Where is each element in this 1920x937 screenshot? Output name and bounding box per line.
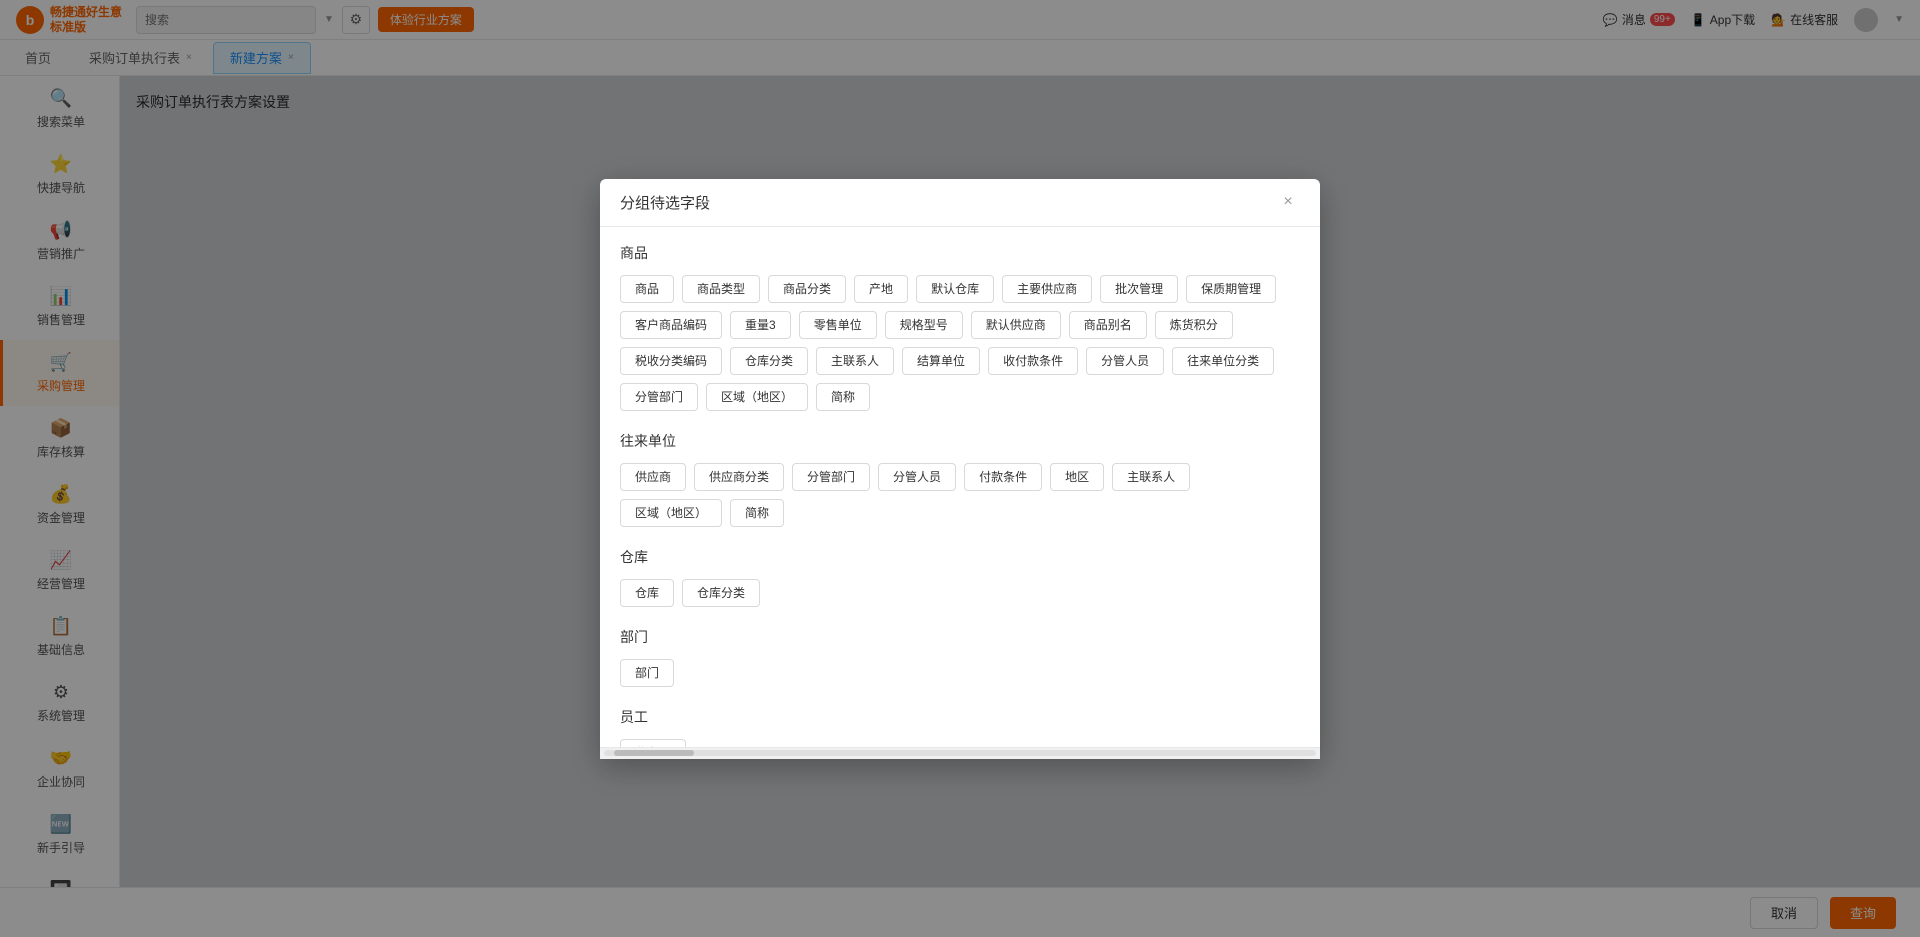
tag-product-0[interactable]: 商品 [620, 275, 674, 303]
tag-product-13[interactable]: 商品别名 [1069, 311, 1147, 339]
tag-product-20[interactable]: 分管人员 [1086, 347, 1164, 375]
tag-product-22[interactable]: 分管部门 [620, 383, 698, 411]
section-warehouse-tags: 仓库 仓库分类 [620, 579, 1300, 607]
section-product: 商品 商品 商品类型 商品分类 产地 默认仓库 主要供应商 批次管理 保质期管理… [620, 243, 1300, 411]
tag-product-12[interactable]: 默认供应商 [971, 311, 1061, 339]
hscroll-thumb [614, 750, 694, 756]
tag-wh-0[interactable]: 仓库 [620, 579, 674, 607]
tag-product-1[interactable]: 商品类型 [682, 275, 760, 303]
section-employee-title: 员工 [620, 707, 1300, 727]
modal-header: 分组待选字段 × [600, 179, 1320, 227]
hscroll-track [604, 750, 1316, 756]
modal-body: 商品 商品 商品类型 商品分类 产地 默认仓库 主要供应商 批次管理 保质期管理… [600, 227, 1320, 747]
section-product-tags: 商品 商品类型 商品分类 产地 默认仓库 主要供应商 批次管理 保质期管理 客户… [620, 275, 1300, 411]
tag-product-14[interactable]: 炼货积分 [1155, 311, 1233, 339]
tag-cp-4[interactable]: 付款条件 [964, 463, 1042, 491]
tag-product-2[interactable]: 商品分类 [768, 275, 846, 303]
section-employee: 员工 业务员 [620, 707, 1300, 747]
modal-horizontal-scrollbar[interactable] [600, 747, 1320, 759]
tag-cp-5[interactable]: 地区 [1050, 463, 1104, 491]
section-counterparty-title: 往来单位 [620, 431, 1300, 451]
tag-product-19[interactable]: 收付款条件 [988, 347, 1078, 375]
tag-product-9[interactable]: 重量3 [730, 311, 791, 339]
tag-wh-1[interactable]: 仓库分类 [682, 579, 760, 607]
tag-product-11[interactable]: 规格型号 [885, 311, 963, 339]
tag-product-15[interactable]: 税收分类编码 [620, 347, 722, 375]
modal-close-button[interactable]: × [1276, 190, 1300, 214]
modal-title: 分组待选字段 [620, 192, 710, 213]
section-counterparty-tags: 供应商 供应商分类 分管部门 分管人员 付款条件 地区 主联系人 区域（地区） … [620, 463, 1300, 527]
tag-product-16[interactable]: 仓库分类 [730, 347, 808, 375]
tag-product-5[interactable]: 主要供应商 [1002, 275, 1092, 303]
tag-product-3[interactable]: 产地 [854, 275, 908, 303]
tag-cp-0[interactable]: 供应商 [620, 463, 686, 491]
tag-product-6[interactable]: 批次管理 [1100, 275, 1178, 303]
section-department-tags: 部门 [620, 659, 1300, 687]
modal-backdrop: 分组待选字段 × 商品 商品 商品类型 商品分类 产地 默认仓库 主要供应商 批… [0, 0, 1920, 937]
section-department-title: 部门 [620, 627, 1300, 647]
tag-product-4[interactable]: 默认仓库 [916, 275, 994, 303]
tag-product-21[interactable]: 往来单位分类 [1172, 347, 1274, 375]
tag-emp-0[interactable]: 业务员 [620, 739, 686, 747]
section-warehouse-title: 仓库 [620, 547, 1300, 567]
tag-cp-3[interactable]: 分管人员 [878, 463, 956, 491]
tag-cp-8[interactable]: 简称 [730, 499, 784, 527]
tag-product-17[interactable]: 主联系人 [816, 347, 894, 375]
section-warehouse: 仓库 仓库 仓库分类 [620, 547, 1300, 607]
section-counterparty: 往来单位 供应商 供应商分类 分管部门 分管人员 付款条件 地区 主联系人 区域… [620, 431, 1300, 527]
tag-cp-1[interactable]: 供应商分类 [694, 463, 784, 491]
tag-cp-2[interactable]: 分管部门 [792, 463, 870, 491]
tag-product-10[interactable]: 零售单位 [799, 311, 877, 339]
tag-product-23[interactable]: 区域（地区） [706, 383, 808, 411]
section-employee-tags: 业务员 [620, 739, 1300, 747]
section-department: 部门 部门 [620, 627, 1300, 687]
tag-product-24[interactable]: 简称 [816, 383, 870, 411]
tag-product-7[interactable]: 保质期管理 [1186, 275, 1276, 303]
modal-select-fields: 分组待选字段 × 商品 商品 商品类型 商品分类 产地 默认仓库 主要供应商 批… [600, 179, 1320, 759]
tag-dept-0[interactable]: 部门 [620, 659, 674, 687]
section-product-title: 商品 [620, 243, 1300, 263]
tag-cp-7[interactable]: 区域（地区） [620, 499, 722, 527]
tag-product-8[interactable]: 客户商品编码 [620, 311, 722, 339]
tag-cp-6[interactable]: 主联系人 [1112, 463, 1190, 491]
tag-product-18[interactable]: 结算单位 [902, 347, 980, 375]
